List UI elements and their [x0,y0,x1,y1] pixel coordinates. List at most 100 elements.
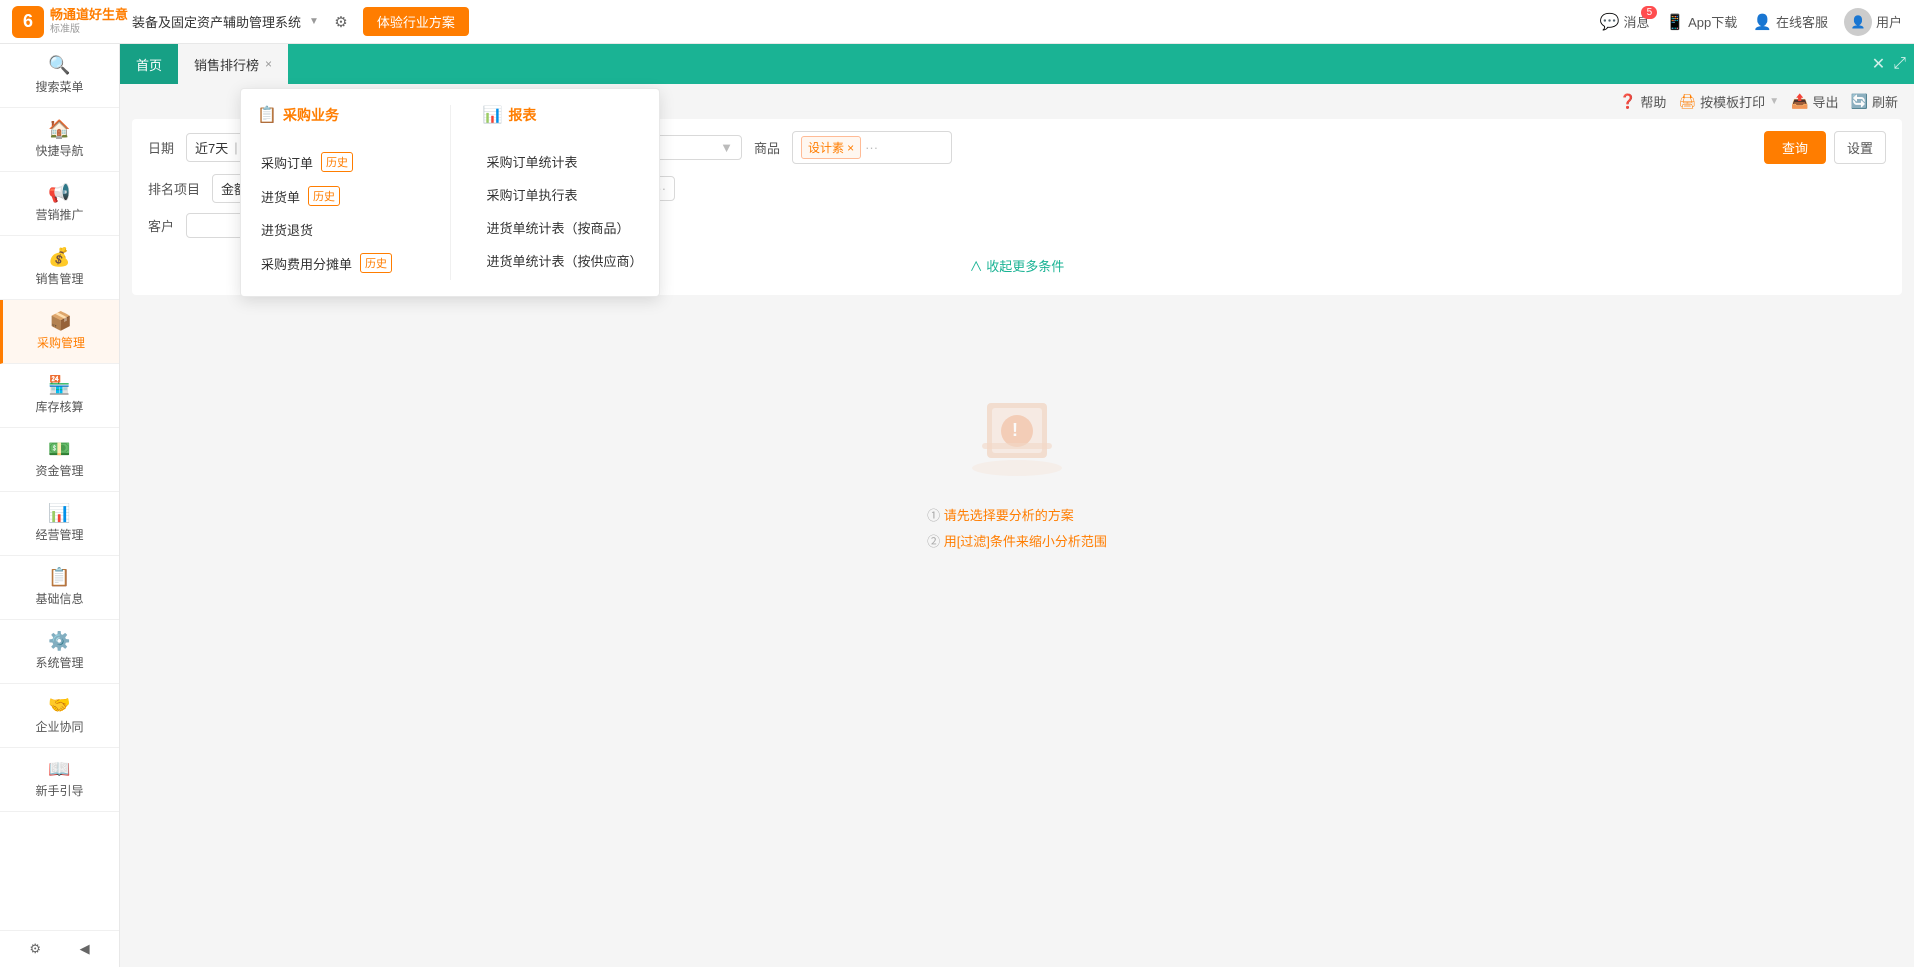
sidebar-item-stock[interactable]: 🏪 库存核算 [0,364,119,428]
sidebar-item-system[interactable]: ⚙️ 系统管理 [0,620,119,684]
empty-tip: ① 请先选择要分析的方案 ② 用[过滤]条件来缩小分析范围 [927,503,1107,555]
goods-select[interactable]: 设计素 × ··· [792,131,952,164]
sidebar-collapse-icon[interactable]: ◀ [80,941,90,957]
sidebar-item-funds[interactable]: 💵 资金管理 [0,428,119,492]
sidebar-item-sales[interactable]: 💰 销售管理 [0,236,119,300]
online-service-action[interactable]: 👤 在线客服 [1753,12,1828,31]
brand-name: 畅通道好生意 [50,7,128,24]
tab-home[interactable]: 首页 [120,44,178,84]
sidebar-item-guide[interactable]: 📖 新手引导 [0,748,119,812]
refresh-icon: 🔄 [1851,93,1868,110]
content-area: 首页 销售排行榜 × ✕ ⤢ ❓ 帮助 🖨 按模板打印 [120,44,1914,967]
menu-item-purchase-in-by-supplier[interactable]: 进货单统计表（按供应商） [483,244,644,277]
tab-home-label: 首页 [136,55,162,74]
app-download-action[interactable]: 📱 App下载 [1665,12,1737,31]
sidebar-item-marketing[interactable]: 📢 营销推广 [0,172,119,236]
industry-button[interactable]: 体验行业方案 [363,7,469,36]
menu-item-purchase-fee[interactable]: 采购费用分摊单 历史 [257,246,418,280]
main-layout: 🔍 搜索菜单 🏠 快捷导航 📢 营销推广 💰 销售管理 📦 采购管理 🏪 库存核… [0,44,1914,967]
print-label: 按模板打印 [1700,92,1765,111]
sidebar-item-operation[interactable]: 📊 经营管理 [0,492,119,556]
logo-icon: 6 [12,6,44,38]
marketing-icon: 📢 [48,184,70,202]
print-button[interactable]: 🖨 按模板打印 ▼ [1678,92,1779,111]
menu-item-purchase-order[interactable]: 采购订单 历史 [257,145,418,179]
sidebar-item-quick-nav-label: 快捷导航 [35,142,83,159]
purchase-section-title: 📋 采购业务 [257,105,418,133]
user-action[interactable]: 👤 用户 [1844,8,1902,36]
sidebar-item-search-label: 搜索菜单 [35,78,83,95]
sidebar-item-purchase-label: 采购管理 [37,334,85,351]
menu-item-purchase-return[interactable]: 进货退货 [257,213,418,246]
tab-sales-ranking-label: 销售排行榜 [194,55,259,74]
cooperation-icon: 🤝 [48,696,70,714]
report-section: 📊 报表 采购订单统计表 采购订单执行表 进货单统计表（按商品） 进货单统计表（… [483,105,644,280]
menu-item-purchase-order-exec[interactable]: 采购订单执行表 [483,178,644,211]
print-dropdown-icon[interactable]: ▼ [1769,96,1779,107]
funds-icon: 💵 [48,440,70,458]
tab-bar-right: ✕ ⤢ [1872,54,1914,74]
tab-sales-ranking[interactable]: 销售排行榜 × [178,44,288,84]
sidebar-item-guide-label: 新手引导 [35,782,83,799]
sidebar-item-funds-label: 资金管理 [35,462,83,479]
app-download-label: App下载 [1688,12,1737,31]
system-dropdown-arrow[interactable]: ▼ [309,16,319,27]
export-button[interactable]: 📤 导出 [1791,92,1838,111]
tab-expand-icon[interactable]: ⤢ [1893,55,1906,73]
sidebar-item-quick-nav[interactable]: 🏠 快捷导航 [0,108,119,172]
goods-tag: 设计素 × [801,136,861,159]
sidebar-item-system-label: 系统管理 [35,654,83,671]
message-action[interactable]: 💬 消息 5 [1600,12,1650,32]
query-button[interactable]: 查询 [1764,131,1826,164]
rank-label: 排名项目 [148,179,200,198]
message-badge: 5 [1641,6,1657,19]
purchase-section: 📋 采购业务 采购订单 历史 进货单 历史 进货退货 采购费用分摊单 历史 [257,105,418,280]
top-header: 6 畅通道好生意 标准版 装备及固定资产辅助管理系统 ▼ ⚙ 体验行业方案 💬 … [0,0,1914,44]
sidebar-item-marketing-label: 营销推广 [35,206,83,223]
purchase-dropdown-menu: 📋 采购业务 采购订单 历史 进货单 历史 进货退货 采购费用分摊单 历史 [240,88,660,297]
menu-item-purchase-in-by-goods[interactable]: 进货单统计表（按商品） [483,211,644,244]
help-button[interactable]: ❓ 帮助 [1619,92,1666,111]
sidebar-item-basic[interactable]: 📋 基础信息 [0,556,119,620]
report-section-icon: 📊 [483,105,503,125]
sidebar-bottom: ⚙ ◀ [0,930,119,967]
menu-item-purchase-order-stat[interactable]: 采购订单统计表 [483,145,644,178]
menu-item-purchase-in[interactable]: 进货单 历史 [257,179,418,213]
header-center: 装备及固定资产辅助管理系统 ▼ ⚙ 体验行业方案 [132,7,1600,36]
tab-close-all-icon[interactable]: ✕ [1872,54,1885,74]
search-icon: 🔍 [48,56,70,74]
basic-icon: 📋 [48,568,70,586]
sidebar-settings-icon[interactable]: ⚙ [29,941,41,957]
online-service-label: 在线客服 [1776,12,1828,31]
refresh-label: 刷新 [1872,92,1898,111]
home-icon: 🏠 [48,120,70,138]
tab-bar: 首页 销售排行榜 × ✕ ⤢ [120,44,1914,84]
operation-icon: 📊 [48,504,70,522]
guide-icon: 📖 [48,760,70,778]
system-title: 装备及固定资产辅助管理系统 [132,12,301,31]
refresh-button[interactable]: 🔄 刷新 [1851,92,1898,111]
date-label: 日期 [148,138,174,157]
sidebar-item-basic-label: 基础信息 [35,590,83,607]
sidebar-item-stock-label: 库存核算 [35,398,83,415]
system-icon: ⚙️ [48,632,70,650]
user-label: 用户 [1876,12,1902,31]
goods-tag-close[interactable]: × [847,141,854,155]
menu-divider [450,105,451,280]
stock-icon: 🏪 [48,376,70,394]
sales-icon: 💰 [48,248,70,266]
history-tag-1: 历史 [308,186,340,206]
tab-close-icon[interactable]: × [265,57,272,71]
print-icon: 🖨 [1678,93,1696,110]
sidebar-item-purchase[interactable]: 📦 采购管理 [0,300,119,364]
settings-icon[interactable]: ⚙ [327,8,355,36]
purchase-section-icon: 📋 [257,105,277,125]
logo-area: 6 畅通道好生意 标准版 [12,6,132,38]
help-label: 帮助 [1640,92,1666,111]
sidebar-item-search[interactable]: 🔍 搜索菜单 [0,44,119,108]
sidebar-item-operation-label: 经营管理 [35,526,83,543]
sidebar: 🔍 搜索菜单 🏠 快捷导航 📢 营销推广 💰 销售管理 📦 采购管理 🏪 库存核… [0,44,120,967]
sidebar-item-cooperation[interactable]: 🤝 企业协同 [0,684,119,748]
goods-dots[interactable]: ··· [865,140,878,155]
setting-button[interactable]: 设置 [1834,131,1886,164]
